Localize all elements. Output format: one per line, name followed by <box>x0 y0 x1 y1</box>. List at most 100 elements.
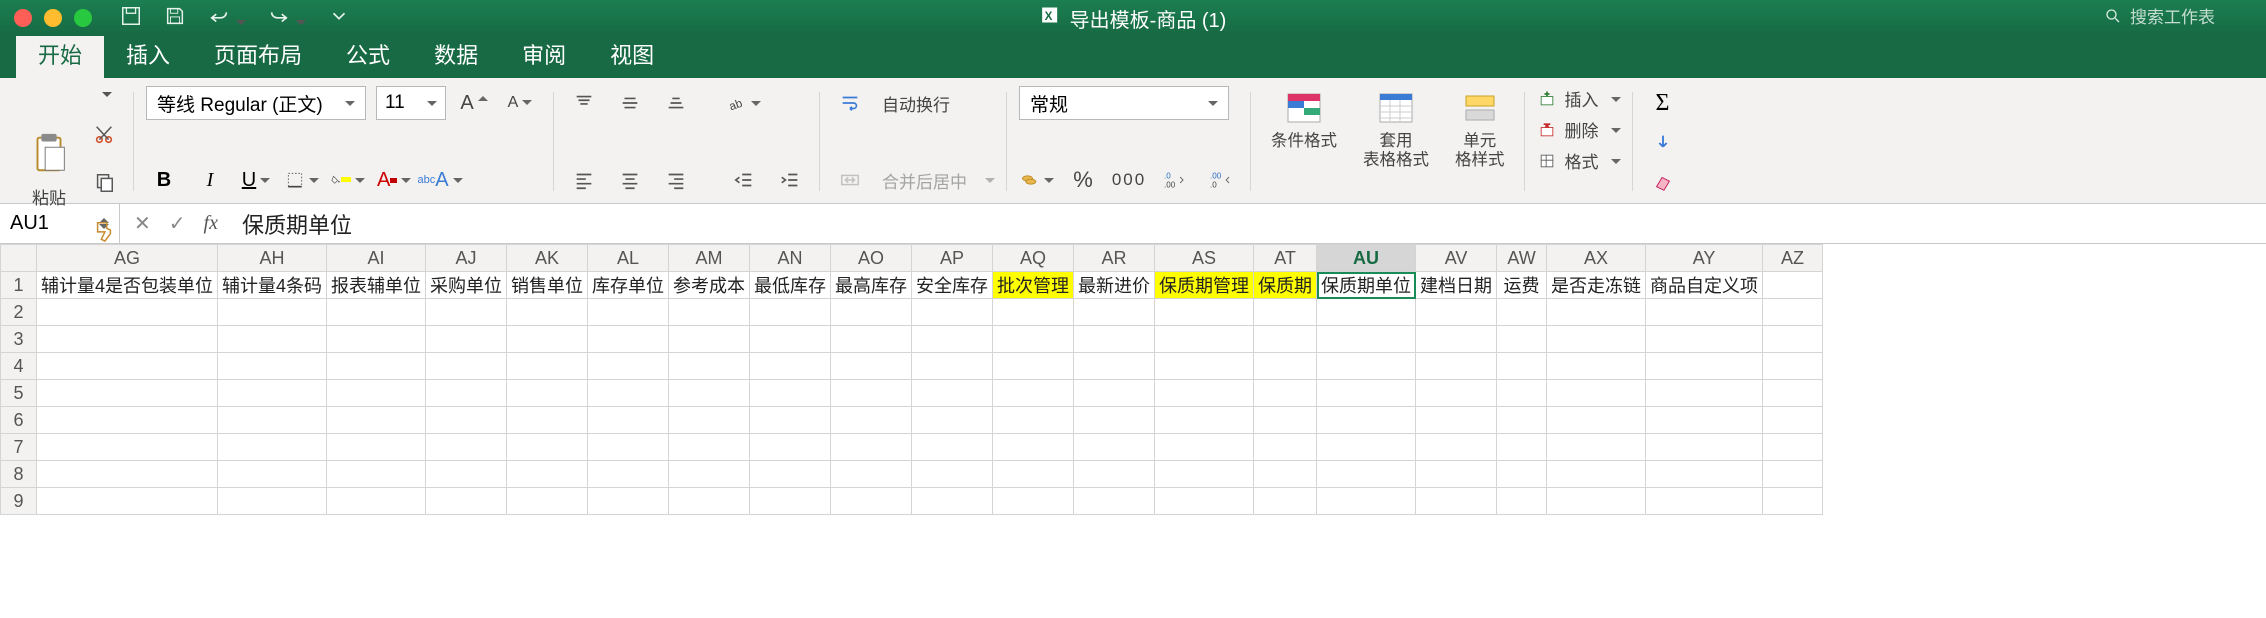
percent-button[interactable]: % <box>1065 163 1101 197</box>
col-header-AR[interactable]: AR <box>1074 245 1155 272</box>
cell-AV5[interactable] <box>1416 380 1497 407</box>
cell-AZ5[interactable] <box>1763 380 1823 407</box>
cell-AQ1[interactable]: 批次管理 <box>993 272 1074 299</box>
col-header-AN[interactable]: AN <box>750 245 831 272</box>
col-header-AI[interactable]: AI <box>327 245 426 272</box>
row-header-5[interactable]: 5 <box>1 380 37 407</box>
cell-AQ5[interactable] <box>993 380 1074 407</box>
close-window-button[interactable] <box>14 9 32 27</box>
cell-AU8[interactable] <box>1317 461 1416 488</box>
col-header-AW[interactable]: AW <box>1497 245 1547 272</box>
cell-AO9[interactable] <box>831 488 912 515</box>
col-header-AZ[interactable]: AZ <box>1763 245 1823 272</box>
align-center-button[interactable] <box>612 163 648 197</box>
cell-AX5[interactable] <box>1547 380 1646 407</box>
cell-AX1[interactable]: 是否走冻链 <box>1547 272 1646 299</box>
minimize-window-button[interactable] <box>44 9 62 27</box>
cell-AZ8[interactable] <box>1763 461 1823 488</box>
cell-AQ4[interactable] <box>993 353 1074 380</box>
cell-AK8[interactable] <box>507 461 588 488</box>
cell-AU6[interactable] <box>1317 407 1416 434</box>
cell-AR9[interactable] <box>1074 488 1155 515</box>
cell-AH2[interactable] <box>218 299 327 326</box>
cell-AU3[interactable] <box>1317 326 1416 353</box>
clear-button[interactable] <box>1645 166 1681 200</box>
paste-button[interactable] <box>22 126 76 180</box>
col-header-AJ[interactable]: AJ <box>426 245 507 272</box>
font-size-picker[interactable]: 11 <box>376 86 446 120</box>
cell-AN2[interactable] <box>750 299 831 326</box>
cell-AY7[interactable] <box>1646 434 1763 461</box>
cell-AR4[interactable] <box>1074 353 1155 380</box>
increase-font-button[interactable]: A <box>456 86 492 120</box>
orientation-button[interactable]: ab <box>726 86 762 120</box>
row-header-1[interactable]: 1 <box>1 272 37 299</box>
cell-AT1[interactable]: 保质期 <box>1254 272 1317 299</box>
delete-button[interactable]: 删除 <box>1537 117 1621 142</box>
cell-AQ7[interactable] <box>993 434 1074 461</box>
font-picker[interactable]: 等线 Regular (正文) <box>146 86 366 120</box>
col-header-AY[interactable]: AY <box>1646 245 1763 272</box>
cell-AK9[interactable] <box>507 488 588 515</box>
cell-AK3[interactable] <box>507 326 588 353</box>
cell-AS1[interactable]: 保质期管理 <box>1155 272 1254 299</box>
cell-AS9[interactable] <box>1155 488 1254 515</box>
cell-AK7[interactable] <box>507 434 588 461</box>
cell-AP1[interactable]: 安全库存 <box>912 272 993 299</box>
cell-AU5[interactable] <box>1317 380 1416 407</box>
currency-button[interactable] <box>1019 163 1055 197</box>
cell-AP5[interactable] <box>912 380 993 407</box>
col-header-AX[interactable]: AX <box>1547 245 1646 272</box>
cell-AW2[interactable] <box>1497 299 1547 326</box>
align-top-button[interactable] <box>566 86 602 120</box>
cell-AL6[interactable] <box>588 407 669 434</box>
cell-AW6[interactable] <box>1497 407 1547 434</box>
cell-AP9[interactable] <box>912 488 993 515</box>
cell-AY3[interactable] <box>1646 326 1763 353</box>
cell-AQ9[interactable] <box>993 488 1074 515</box>
cell-AT4[interactable] <box>1254 353 1317 380</box>
cell-AY8[interactable] <box>1646 461 1763 488</box>
cell-AK6[interactable] <box>507 407 588 434</box>
cell-AR5[interactable] <box>1074 380 1155 407</box>
autosum-button[interactable]: Σ <box>1645 86 1681 120</box>
cell-AN6[interactable] <box>750 407 831 434</box>
cell-AI6[interactable] <box>327 407 426 434</box>
format-button[interactable]: 格式 <box>1537 148 1621 173</box>
cell-AL3[interactable] <box>588 326 669 353</box>
cell-AK2[interactable] <box>507 299 588 326</box>
increase-decimal-button[interactable]: .0.00 <box>1157 163 1193 197</box>
cell-AW7[interactable] <box>1497 434 1547 461</box>
cell-AX4[interactable] <box>1547 353 1646 380</box>
cell-AJ7[interactable] <box>426 434 507 461</box>
cell-AZ1[interactable] <box>1763 272 1823 299</box>
fill-color-button[interactable] <box>330 163 366 197</box>
cell-AG4[interactable] <box>37 353 218 380</box>
cell-AN5[interactable] <box>750 380 831 407</box>
decrease-font-button[interactable]: A <box>502 86 538 120</box>
cell-AZ6[interactable] <box>1763 407 1823 434</box>
cell-AY6[interactable] <box>1646 407 1763 434</box>
cell-AG6[interactable] <box>37 407 218 434</box>
decrease-decimal-button[interactable]: .00.0 <box>1203 163 1239 197</box>
align-right-button[interactable] <box>658 163 694 197</box>
cell-AG5[interactable] <box>37 380 218 407</box>
cell-AX2[interactable] <box>1547 299 1646 326</box>
undo-icon[interactable] <box>208 5 246 32</box>
cell-AS2[interactable] <box>1155 299 1254 326</box>
cell-AO6[interactable] <box>831 407 912 434</box>
cell-AI1[interactable]: 报表辅单位 <box>327 272 426 299</box>
col-header-AM[interactable]: AM <box>669 245 750 272</box>
conditional-format-button[interactable]: 条件格式 <box>1263 86 1345 153</box>
cell-AW3[interactable] <box>1497 326 1547 353</box>
cell-AJ1[interactable]: 采购单位 <box>426 272 507 299</box>
cell-AT9[interactable] <box>1254 488 1317 515</box>
cell-AS5[interactable] <box>1155 380 1254 407</box>
underline-button[interactable]: U <box>238 163 274 197</box>
row-header-4[interactable]: 4 <box>1 353 37 380</box>
cell-AK4[interactable] <box>507 353 588 380</box>
cell-AU1[interactable]: 保质期单位 <box>1317 272 1416 299</box>
wrap-text-button[interactable] <box>832 86 868 120</box>
autosave-icon[interactable] <box>120 5 142 32</box>
cell-AH8[interactable] <box>218 461 327 488</box>
